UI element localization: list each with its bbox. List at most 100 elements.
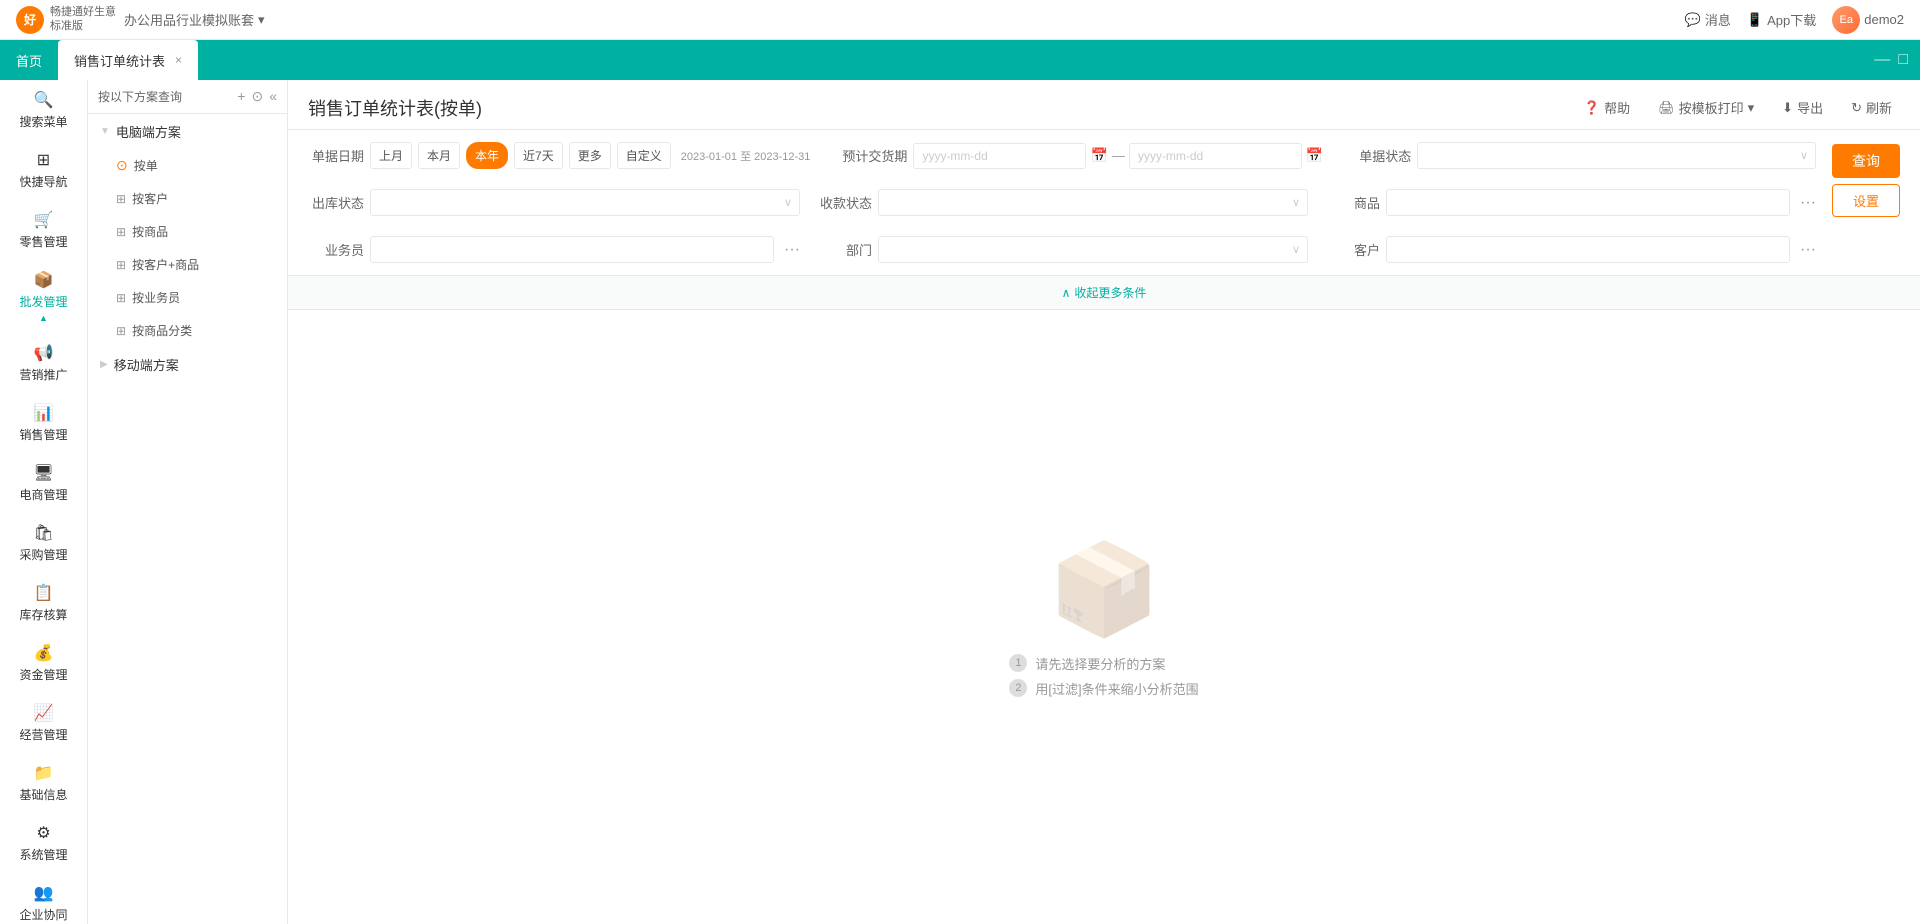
purchase-icon: 🛍 — [33, 523, 53, 543]
sidebar-label-marketing: 营销推广 — [19, 366, 67, 383]
goods-dots[interactable]: ··· — [1800, 194, 1816, 212]
sidebar-item-basic[interactable]: 📁 基础信息 — [0, 753, 87, 813]
tree-sub-pc: ⊙ 按单 ⊞ 按客户 ⊞ 按商品 ⊞ 按客户+商品 ⊞ 按业务员 — [88, 149, 287, 347]
add-scheme-icon[interactable]: + — [237, 88, 245, 105]
tree-section-pc[interactable]: ▼ 电脑端方案 — [88, 114, 287, 149]
print-dropdown-icon: ▾ — [1748, 100, 1755, 116]
tab-maximize-icon[interactable]: □ — [1898, 51, 1908, 69]
date-btn-last-7days[interactable]: 近7天 — [514, 142, 563, 169]
sidebar-label-finance: 资金管理 — [19, 666, 67, 683]
customer-item: 客户 ··· — [1324, 236, 1816, 263]
date-btn-this-month[interactable]: 本月 — [418, 142, 460, 169]
tab-minimize-icon[interactable]: — — [1874, 51, 1890, 69]
help-button[interactable]: ❓ 帮助 — [1576, 94, 1638, 121]
message-label: 消息 — [1705, 10, 1731, 29]
edit-scheme-icon[interactable]: ⊙ — [251, 88, 263, 105]
customer-input[interactable] — [1386, 236, 1790, 263]
sidebar-label-system: 系统管理 — [19, 846, 67, 863]
sidebar-item-sales[interactable]: 📊 销售管理 — [0, 393, 87, 453]
app-download-button[interactable]: 📱 App下载 — [1747, 10, 1816, 29]
tree-item-by-order[interactable]: ⊙ 按单 — [104, 149, 287, 182]
message-button[interactable]: 💬 消息 — [1685, 10, 1731, 29]
sidebar-item-marketing[interactable]: 📢 营销推广 — [0, 333, 87, 393]
right-content: 销售订单统计表(按单) ❓ 帮助 🖨 按模板打印 ▾ ⬇ 导出 — [288, 80, 1920, 924]
tree-item-by-goods[interactable]: ⊞ 按商品 — [104, 215, 287, 248]
tree-item-by-salesperson[interactable]: ⊞ 按业务员 — [104, 281, 287, 314]
collapse-row[interactable]: ∧ 收起更多条件 — [288, 276, 1920, 310]
department-select[interactable] — [878, 236, 1308, 263]
hint-num-1: 1 — [1009, 654, 1027, 672]
print-button[interactable]: 🖨 按模板打印 ▾ — [1650, 94, 1762, 121]
payment-status-select[interactable] — [878, 189, 1308, 216]
sales-icon: 📊 — [34, 403, 54, 423]
sidebar-item-operation[interactable]: 📈 经营管理 — [0, 693, 87, 753]
tree-item-by-customer[interactable]: ⊞ 按客户 — [104, 182, 287, 215]
date-separator: — — [1112, 148, 1125, 163]
salesperson-input[interactable] — [370, 236, 774, 263]
by-goods-icon: ⊞ — [116, 225, 126, 239]
sidebar-item-retail[interactable]: 🛒 零售管理 — [0, 200, 87, 260]
marketing-icon: 📢 — [34, 343, 54, 363]
system-icon: ⚙ — [36, 823, 50, 843]
sidebar-item-ecommerce[interactable]: 🖥 电商管理 — [0, 453, 87, 513]
sidebar-label-collab: 企业协同 — [19, 906, 67, 923]
collapse-up-icon: ∧ — [1062, 286, 1071, 300]
date-btn-custom[interactable]: 自定义 — [617, 142, 671, 169]
payment-status-item: 收款状态 — [816, 189, 1308, 216]
tree-item-by-customer-label: 按客户 — [132, 190, 168, 207]
customer-dots[interactable]: ··· — [1800, 241, 1816, 259]
tree-section-mobile[interactable]: ▶ 移动端方案 — [88, 347, 287, 382]
tree-item-by-customer-goods[interactable]: ⊞ 按客户+商品 — [104, 248, 287, 281]
tab-home[interactable]: 首页 — [0, 40, 58, 80]
date-cal-icon-from[interactable]: 📅 — [1090, 147, 1107, 164]
delivery-status-item: 出库状态 — [308, 189, 800, 216]
sidebar-item-search[interactable]: 🔍 搜索菜单 — [0, 80, 87, 140]
delivery-status-select[interactable] — [370, 189, 800, 216]
refresh-button[interactable]: ↻ 刷新 — [1843, 94, 1900, 121]
expected-date-from[interactable] — [913, 143, 1086, 169]
basic-icon: 📁 — [34, 763, 54, 783]
date-btn-more[interactable]: 更多 — [569, 142, 611, 169]
tab-controls: — □ — [1874, 51, 1920, 69]
sidebar-item-wholesale[interactable]: 📦 批发管理 ▲ — [0, 260, 87, 333]
department-select-wrap — [878, 236, 1308, 263]
tab-sales-order[interactable]: 销售订单统计表 × — [58, 40, 198, 80]
avatar: Ea — [1832, 6, 1860, 34]
sidebar-item-purchase[interactable]: 🛍 采购管理 — [0, 513, 87, 573]
salesperson-dots[interactable]: ··· — [784, 241, 800, 259]
retail-icon: 🛒 — [34, 210, 54, 230]
sidebar-item-inventory[interactable]: 📋 库存核算 — [0, 573, 87, 633]
goods-input[interactable] — [1386, 189, 1790, 216]
setting-button[interactable]: 设置 — [1832, 184, 1900, 217]
breadcrumb-area[interactable]: 办公用品行业模拟账套 ▾ — [124, 10, 265, 29]
logo-icon: 好 — [16, 6, 44, 34]
salesperson-item: 业务员 ··· — [308, 236, 800, 263]
collapse-label: 收起更多条件 — [1074, 284, 1146, 301]
user-avatar-area[interactable]: Ea demo2 — [1832, 6, 1904, 34]
print-icon: 🖨 — [1658, 100, 1675, 116]
collapse-panel-icon[interactable]: « — [269, 88, 277, 105]
date-btn-last-month[interactable]: 上月 — [370, 142, 412, 169]
expected-date-to[interactable] — [1129, 143, 1302, 169]
date-btn-this-year[interactable]: 本年 — [466, 142, 508, 169]
empty-hints: 1 请先选择要分析的方案 2 用[过滤]条件来缩小分析范围 — [1009, 654, 1198, 698]
sidebar-item-quicknav[interactable]: ⊞ 快捷导航 — [0, 140, 87, 200]
logo-area: 好 畅捷通好生意 标准版 — [16, 6, 116, 34]
tree-item-by-goods-cat[interactable]: ⊞ 按商品分类 — [104, 314, 287, 347]
date-cal-icon-to[interactable]: 📅 — [1306, 147, 1323, 164]
sidebar-label-ecommerce: 电商管理 — [19, 486, 67, 503]
sidebar-item-finance[interactable]: 💰 资金管理 — [0, 633, 87, 693]
customer-label: 客户 — [1324, 240, 1380, 259]
export-button[interactable]: ⬇ 导出 — [1774, 94, 1831, 121]
sidebar-item-collab[interactable]: 👥 企业协同 — [0, 873, 87, 924]
query-button[interactable]: 查询 — [1832, 144, 1900, 178]
expected-date-label: 预计交货期 — [842, 146, 907, 165]
tab-close-icon[interactable]: × — [175, 53, 182, 67]
hint-num-2: 2 — [1009, 679, 1027, 697]
department-label: 部门 — [816, 240, 872, 259]
payment-status-select-wrap — [878, 189, 1308, 216]
bill-status-select[interactable] — [1417, 142, 1816, 169]
sidebar-item-system[interactable]: ⚙ 系统管理 — [0, 813, 87, 873]
date-range-text: 2023-01-01 至 2023-12-31 — [681, 148, 811, 164]
sidebar-label-retail: 零售管理 — [19, 233, 67, 250]
